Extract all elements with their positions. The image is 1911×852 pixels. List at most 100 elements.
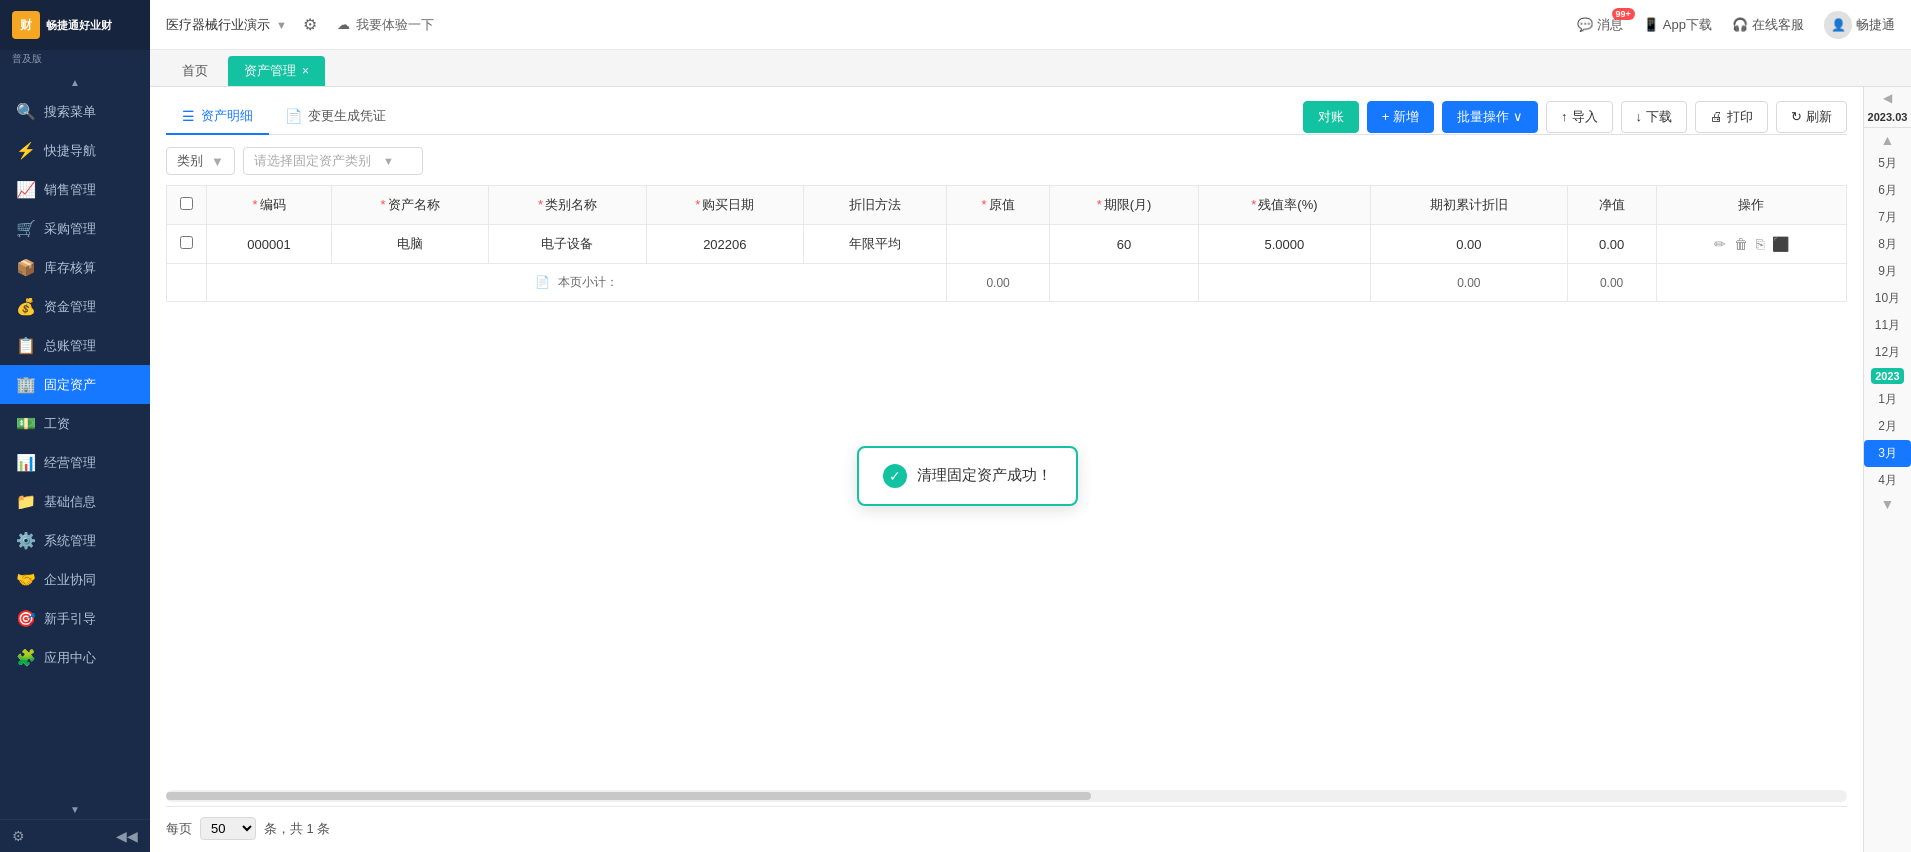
online-service-label: 在线客服 [1752,16,1804,34]
settings-icon[interactable]: ⚙ [12,828,25,844]
edit-icon[interactable]: ✏ [1714,236,1726,252]
nav-icon: 🏢 [16,375,36,394]
sidebar-item-新手引导[interactable]: 🎯新手引导 [0,599,150,638]
cal-month-10[interactable]: 10月 [1864,285,1911,312]
subtotal-empty [167,264,207,302]
calendar-up-arrow[interactable]: ▲ [1881,130,1895,150]
add-button[interactable]: + 新增 [1367,101,1434,133]
cell-initial-accumulated: 0.00 [1371,225,1568,264]
app-name: 畅捷通好业财 [46,18,112,32]
subtotal-residual [1198,264,1370,302]
sidebar-item-库存核算[interactable]: 📦库存核算 [0,248,150,287]
experience-button[interactable]: ☁ 我要体验一下 [337,16,434,34]
batch-button[interactable]: 批量操作 ∨ [1442,101,1538,133]
nav-icon: 🛒 [16,219,36,238]
sidebar-item-基础信息[interactable]: 📁基础信息 [0,482,150,521]
nav-icon: ⚙️ [16,531,36,550]
sidebar-item-销售管理[interactable]: 📈销售管理 [0,170,150,209]
gear-icon[interactable]: ⚙ [303,15,317,34]
subtotal-original: 0.00 [946,264,1050,302]
cal-month-9[interactable]: 9月 [1864,258,1911,285]
subtotal-initial: 0.00 [1371,264,1568,302]
sidebar-item-企业协同[interactable]: 🤝企业协同 [0,560,150,599]
cell-name: 电脑 [331,225,488,264]
nav-icon: ⚡ [16,141,36,160]
tab-asset-management[interactable]: 资产管理 × [228,56,325,86]
download-icon: ↓ [1636,109,1643,124]
row-checkbox[interactable] [180,236,193,249]
col-actions: 操作 [1656,186,1846,225]
sidebar-item-固定资产[interactable]: 🏢固定资产 [0,365,150,404]
expand-icon[interactable]: ◀ [1883,91,1892,105]
list-icon: ☰ [182,108,195,124]
per-page-select[interactable]: 50 100 200 [200,817,256,840]
online-service-button[interactable]: 🎧 在线客服 [1732,16,1804,34]
refresh-label: 刷新 [1806,108,1832,126]
sidebar-item-应用中心[interactable]: 🧩应用中心 [0,638,150,677]
import-button[interactable]: ↑ 导入 [1546,101,1613,133]
refresh-button[interactable]: ↻ 刷新 [1776,101,1847,133]
cal-month-7[interactable]: 7月 [1864,204,1911,231]
nav-icon: 📋 [16,336,36,355]
subtotal-period [1050,264,1198,302]
cell-residual-rate: 5.0000 [1198,225,1370,264]
company-selector[interactable]: 医疗器械行业演示 ▼ [166,16,287,34]
cal-month-3-current[interactable]: 3月 [1864,440,1911,467]
cal-month-5[interactable]: 5月 [1864,150,1911,177]
cal-month-12[interactable]: 12月 [1864,339,1911,366]
table-row: 000001 电脑 电子设备 202206 年限平均 60 5.0000 0.0… [167,225,1847,264]
sub-tab-asset-list[interactable]: ☰ 资产明细 [166,99,269,135]
sidebar-item-资金管理[interactable]: 💰资金管理 [0,287,150,326]
cal-month-11[interactable]: 11月 [1864,312,1911,339]
calendar-down-arrow[interactable]: ▼ [1881,494,1895,514]
nav-label: 经营管理 [44,454,96,472]
nav-label: 销售管理 [44,181,96,199]
sidebar-item-工资[interactable]: 💵工资 [0,404,150,443]
nav-label: 新手引导 [44,610,96,628]
user-profile[interactable]: 👤 畅捷通 [1824,11,1895,39]
more-icon[interactable]: ⬛ [1772,236,1789,252]
select-all-checkbox[interactable] [180,197,193,210]
cal-year-2023[interactable]: 2023 [1871,368,1903,384]
sidebar-scroll-down[interactable]: ▼ [0,799,150,819]
col-initial-accumulated: 期初累计折旧 [1371,186,1568,225]
cell-actions: ✏ 🗑 ⎘ ⬛ [1656,225,1846,264]
category-filter[interactable]: 类别 ▼ [166,147,235,175]
nav-label: 基础信息 [44,493,96,511]
copy-icon[interactable]: ⎘ [1756,236,1764,252]
sidebar-item-经营管理[interactable]: 📊经营管理 [0,443,150,482]
app-download-button[interactable]: 📱 App下载 [1643,16,1712,34]
row-checkbox-cell[interactable] [167,225,207,264]
nav-label: 工资 [44,415,70,433]
tab-home[interactable]: 首页 [166,56,224,86]
cal-month-1[interactable]: 1月 [1864,386,1911,413]
horizontal-scrollbar[interactable] [166,790,1847,802]
cal-month-2[interactable]: 2月 [1864,413,1911,440]
sidebar-item-系统管理[interactable]: ⚙️系统管理 [0,521,150,560]
sidebar-scroll-up[interactable]: ▲ [0,72,150,92]
sub-tab-change-voucher[interactable]: 📄 变更生成凭证 [269,99,402,135]
sidebar-item-搜索菜单[interactable]: 🔍搜索菜单 [0,92,150,131]
subtotal-actions [1656,264,1846,302]
tab-close-icon[interactable]: × [302,64,309,78]
delete-icon[interactable]: 🗑 [1734,236,1748,252]
batch-label: 批量操作 [1457,108,1509,126]
select-all-cell[interactable] [167,186,207,225]
reconcile-button[interactable]: 对账 [1303,101,1359,133]
sidebar-item-采购管理[interactable]: 🛒采购管理 [0,209,150,248]
cal-month-4[interactable]: 4月 [1864,467,1911,494]
cal-month-8[interactable]: 8月 [1864,231,1911,258]
sidebar-item-总账管理[interactable]: 📋总账管理 [0,326,150,365]
cal-month-6[interactable]: 6月 [1864,177,1911,204]
category-select[interactable]: 请选择固定资产类别 ▼ [243,147,423,175]
download-button[interactable]: ↓ 下载 [1621,101,1688,133]
cell-original-value [946,225,1050,264]
message-button[interactable]: 💬 消息 99+ [1577,16,1623,34]
collapse-icon[interactable]: ◀◀ [116,828,138,844]
nav-label: 资金管理 [44,298,96,316]
scrollbar-thumb[interactable] [166,792,1091,800]
print-button[interactable]: 🖨 打印 [1695,101,1768,133]
cell-depreciation: 年限平均 [804,225,947,264]
nav-label: 快捷导航 [44,142,96,160]
sidebar-item-快捷导航[interactable]: ⚡ 快捷导航 [0,131,150,170]
